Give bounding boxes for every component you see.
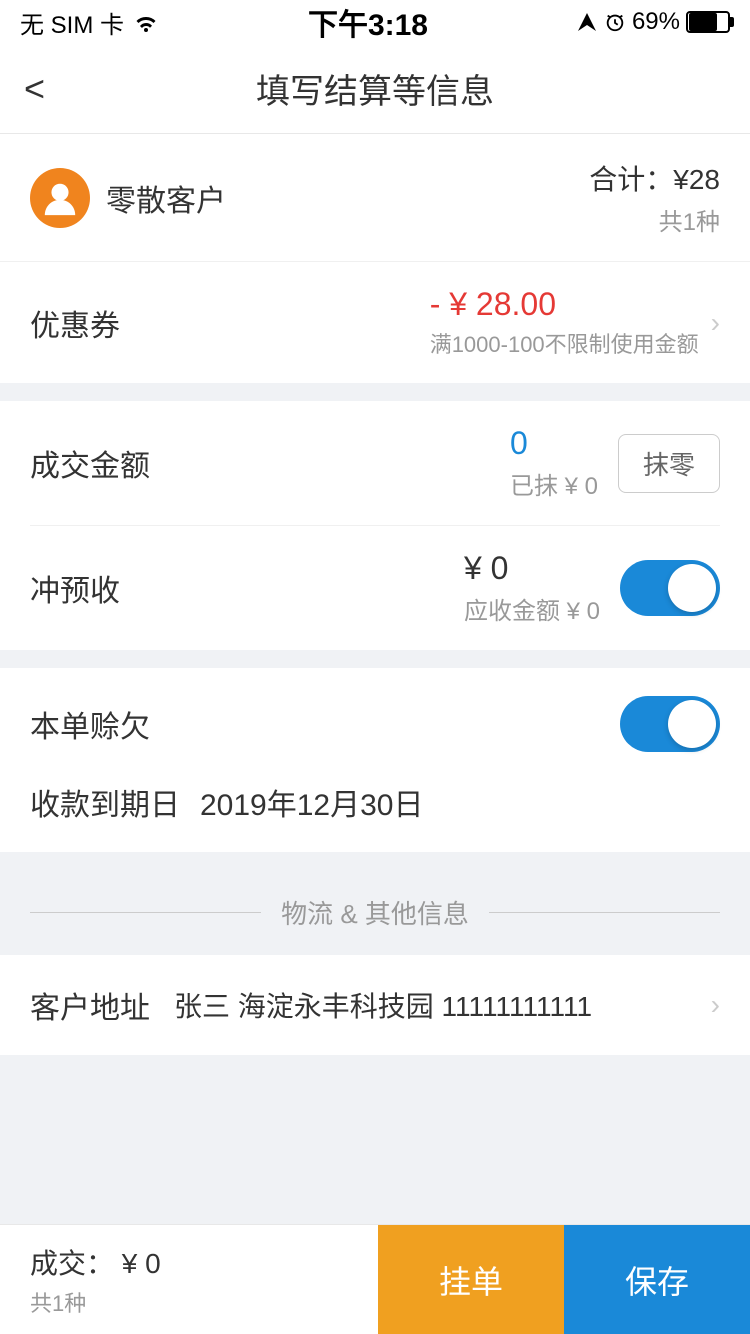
toggle-thumb bbox=[668, 564, 716, 612]
customer-section: 零散客户 合计：¥28 共1种 优惠券 - ¥ 28.00 满1000-100不… bbox=[0, 134, 750, 383]
page-title: 填写结算等信息 bbox=[256, 64, 494, 113]
debt-row: 本单赊欠 bbox=[30, 668, 720, 780]
advance-toggle[interactable] bbox=[620, 560, 720, 616]
content: 零散客户 合计：¥28 共1种 优惠券 - ¥ 28.00 满1000-100不… bbox=[0, 134, 750, 1193]
customer-right: 合计：¥28 共1种 bbox=[589, 158, 720, 237]
bottom-deal-label: 成交： bbox=[30, 1248, 114, 1279]
back-button[interactable]: < bbox=[24, 68, 45, 110]
bottom-count: 共1种 bbox=[30, 1286, 348, 1318]
debt-label: 本单赊欠 bbox=[30, 702, 150, 746]
coupon-right: - ¥ 28.00 满1000-100不限制使用金额 › bbox=[430, 286, 720, 359]
customer-count: 共1种 bbox=[589, 202, 720, 237]
location-icon bbox=[576, 11, 598, 33]
transaction-right: 0 已抹 ¥ 0 抹零 bbox=[510, 425, 720, 501]
advance-value: ¥ 0 bbox=[464, 550, 600, 587]
status-left: 无 SIM 卡 bbox=[20, 5, 160, 40]
sim-text: 无 SIM 卡 bbox=[20, 5, 124, 40]
bottom-info: 成交： ¥ 0 共1种 bbox=[0, 1242, 378, 1318]
bottom-deal: 成交： ¥ 0 bbox=[30, 1242, 348, 1282]
advance-label: 冲预收 bbox=[30, 566, 120, 610]
avatar bbox=[30, 168, 90, 228]
bottom-bar: 成交： ¥ 0 共1种 挂单 保存 bbox=[0, 1224, 750, 1334]
coupon-discount: - ¥ 28.00 bbox=[430, 286, 699, 323]
advance-row: 冲预收 ¥ 0 应收金额 ¥ 0 bbox=[30, 526, 720, 650]
coupon-label: 优惠券 bbox=[30, 301, 120, 345]
debt-section: 本单赊欠 收款到期日 2019年12月30日 bbox=[0, 668, 750, 852]
status-time: 下午3:18 bbox=[308, 0, 428, 44]
user-icon bbox=[41, 179, 79, 217]
address-value: 张三 海淀永丰科技园 11111111111 bbox=[174, 985, 711, 1025]
due-date-label: 收款到期日 bbox=[30, 780, 180, 824]
coupon-row[interactable]: 优惠券 - ¥ 28.00 满1000-100不限制使用金额 › bbox=[0, 261, 750, 383]
divider-line-left bbox=[30, 912, 261, 913]
transaction-amount-row: 成交金额 0 已抹 ¥ 0 抹零 bbox=[30, 401, 720, 526]
address-row[interactable]: 客户地址 张三 海淀永丰科技园 11111111111 › bbox=[0, 955, 750, 1055]
logistics-divider: 物流 & 其他信息 bbox=[0, 870, 750, 955]
status-bar: 无 SIM 卡 下午3:18 69% bbox=[0, 0, 750, 44]
nav-bar: < 填写结算等信息 bbox=[0, 44, 750, 134]
transaction-amount-label: 成交金额 bbox=[30, 441, 150, 485]
due-date-row: 收款到期日 2019年12月30日 bbox=[30, 780, 720, 852]
logistics-label: 物流 & 其他信息 bbox=[281, 894, 469, 931]
debt-toggle[interactable] bbox=[620, 696, 720, 752]
transaction-section: 成交金额 0 已抹 ¥ 0 抹零 冲预收 ¥ 0 应收金额 ¥ 0 bbox=[0, 401, 750, 650]
divider-line-right bbox=[489, 912, 720, 913]
battery-percent: 69% bbox=[632, 8, 680, 36]
transaction-amount-sub: 已抹 ¥ 0 bbox=[510, 466, 598, 501]
save-button[interactable]: 保存 bbox=[564, 1225, 750, 1334]
customer-row: 零散客户 合计：¥28 共1种 bbox=[0, 134, 750, 261]
round-button[interactable]: 抹零 bbox=[618, 434, 720, 493]
logistics-section: 物流 & 其他信息 bbox=[0, 870, 750, 955]
advance-right: ¥ 0 应收金额 ¥ 0 bbox=[464, 550, 720, 626]
wifi-icon bbox=[132, 12, 160, 32]
customer-total: 合计：¥28 bbox=[589, 158, 720, 198]
advance-sub: 应收金额 ¥ 0 bbox=[464, 591, 600, 626]
transaction-amount-value: 0 bbox=[510, 425, 598, 462]
customer-name: 零散客户 bbox=[106, 176, 226, 220]
debt-toggle-thumb bbox=[668, 700, 716, 748]
bottom-deal-value: ¥ 0 bbox=[122, 1248, 161, 1279]
status-right: 69% bbox=[576, 8, 730, 36]
due-date-value: 2019年12月30日 bbox=[200, 780, 423, 824]
address-label: 客户地址 bbox=[30, 983, 150, 1027]
customer-left: 零散客户 bbox=[30, 168, 226, 228]
hang-button[interactable]: 挂单 bbox=[378, 1225, 564, 1334]
battery-icon bbox=[686, 11, 730, 33]
alarm-icon bbox=[604, 11, 626, 33]
coupon-desc: 满1000-100不限制使用金额 bbox=[430, 327, 699, 359]
address-chevron-icon: › bbox=[711, 989, 720, 1021]
address-section: 客户地址 张三 海淀永丰科技园 11111111111 › bbox=[0, 955, 750, 1055]
coupon-chevron-icon: › bbox=[711, 307, 720, 339]
